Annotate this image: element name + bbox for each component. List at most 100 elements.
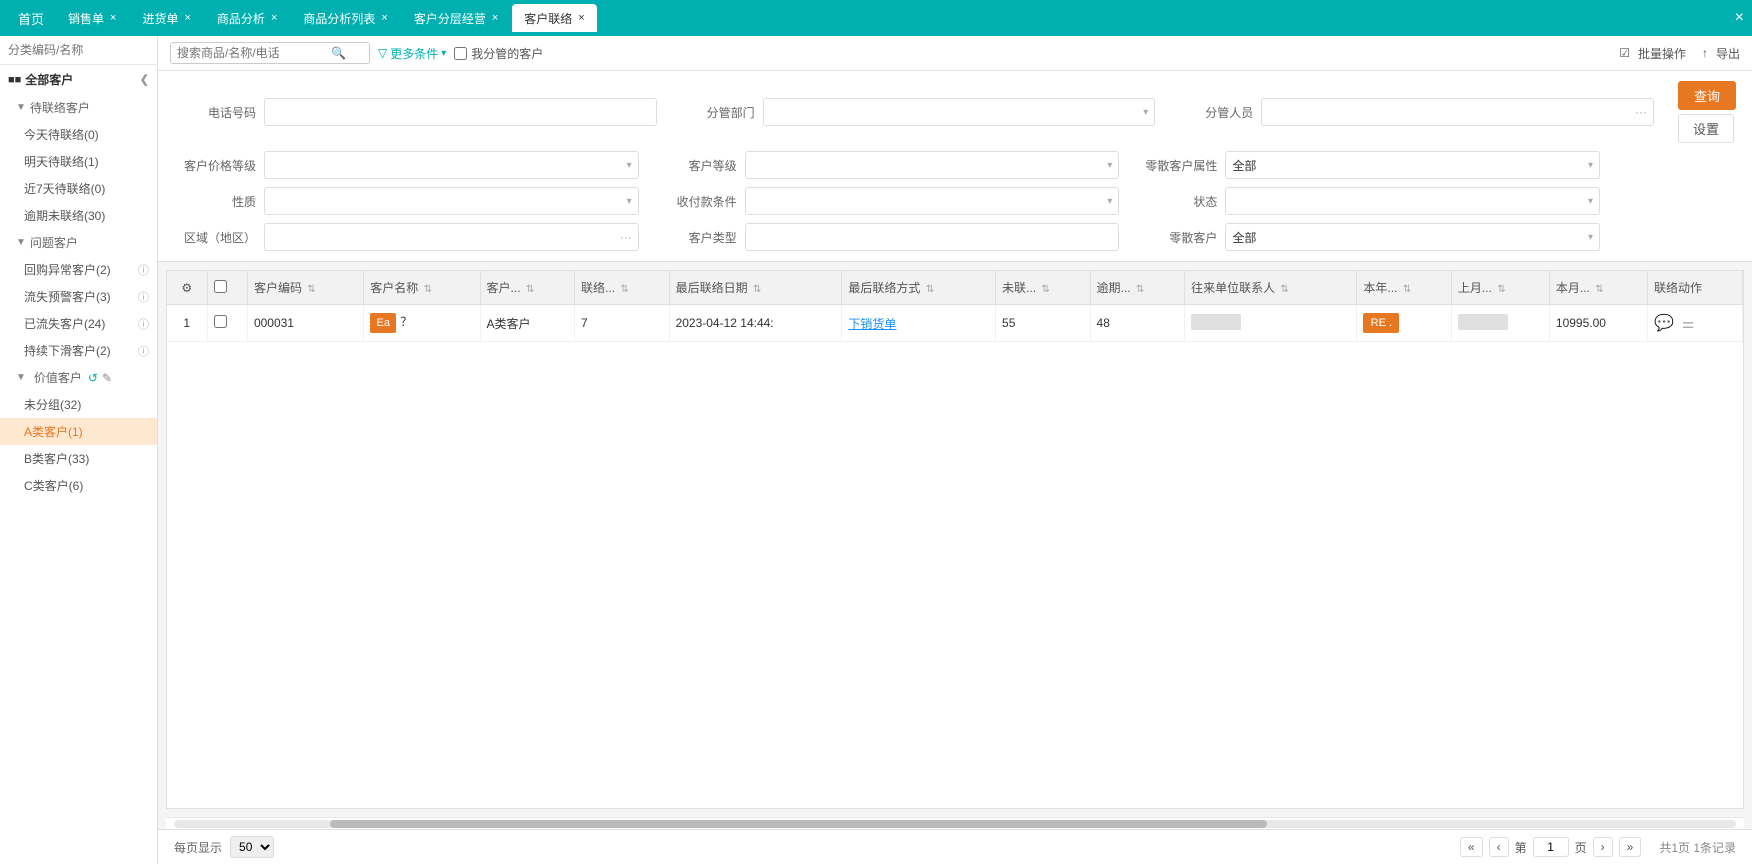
tab-purchase[interactable]: 进货单 × bbox=[130, 4, 202, 32]
filter-dept-select[interactable]: ▾ bbox=[763, 98, 1156, 126]
chat-icon[interactable]: 💬 bbox=[1654, 313, 1674, 333]
col-this-month[interactable]: 本月... ⇅ bbox=[1549, 271, 1647, 305]
filter-payment-select[interactable]: ▾ bbox=[745, 187, 1120, 215]
sidebar-item-a-class[interactable]: A类客户(1) bbox=[0, 418, 157, 445]
prev-page-btn[interactable]: ‹ bbox=[1489, 837, 1509, 857]
filter-price-level-select[interactable]: ▾ bbox=[264, 151, 639, 179]
sort-this-year-icon[interactable]: ⇅ bbox=[1403, 284, 1411, 295]
last-method-link[interactable]: 下销货单 bbox=[848, 317, 896, 331]
sort-code-icon[interactable]: ⇅ bbox=[307, 284, 315, 295]
tab-analysis-close[interactable]: × bbox=[271, 12, 277, 24]
sidebar-item-churn-warning[interactable]: 流失预警客户(3) ⓘ bbox=[0, 283, 157, 310]
row-checkbox[interactable] bbox=[214, 315, 227, 328]
filter-region-input[interactable]: ··· bbox=[264, 223, 639, 251]
filter-retail-attr-select[interactable]: 全部 ▾ bbox=[1225, 151, 1600, 179]
settings-icon[interactable]: ⚙ bbox=[181, 281, 192, 295]
grid-action-icon[interactable]: ⚌ bbox=[1682, 315, 1695, 332]
sidebar-item-tomorrow[interactable]: 明天待联络(1) bbox=[0, 148, 157, 175]
select-all-checkbox[interactable] bbox=[214, 280, 227, 293]
filter-retail-customer-select[interactable]: 全部 ▾ bbox=[1225, 223, 1600, 251]
export-label[interactable]: 导出 bbox=[1716, 45, 1740, 62]
horizontal-scrollbar[interactable] bbox=[174, 820, 1736, 828]
sidebar-group-pending[interactable]: ▼ 待联络客户 bbox=[0, 94, 157, 121]
tab-analysis[interactable]: 商品分析 × bbox=[205, 4, 289, 32]
sort-last-month-icon[interactable]: ⇅ bbox=[1497, 284, 1505, 295]
scrollbar-thumb[interactable] bbox=[330, 820, 1267, 828]
sidebar-search-box[interactable]: 🔍 bbox=[0, 36, 157, 65]
sidebar-item-today[interactable]: 今天待联络(0) bbox=[0, 121, 157, 148]
col-level[interactable]: 客户... ⇅ bbox=[480, 271, 575, 305]
filter-nature-select[interactable]: ▾ bbox=[264, 187, 639, 215]
row-checkbox-cell[interactable] bbox=[207, 305, 247, 342]
sidebar-item-7days[interactable]: 近7天待联络(0) bbox=[0, 175, 157, 202]
first-page-btn[interactable]: « bbox=[1460, 837, 1483, 857]
col-code[interactable]: 客户编码 ⇅ bbox=[247, 271, 363, 305]
sidebar-item-declining[interactable]: 持续下滑客户(2) ⓘ bbox=[0, 337, 157, 364]
collapse-icon[interactable]: ❮ bbox=[140, 73, 149, 86]
filter-manager-input[interactable]: ··· bbox=[1261, 98, 1654, 126]
sidebar-item-c-class[interactable]: C类客户(6) bbox=[0, 472, 157, 499]
query-button[interactable]: 查询 bbox=[1678, 81, 1736, 110]
col-name[interactable]: 客户名称 ⇅ bbox=[364, 271, 480, 305]
tab-sales-close[interactable]: × bbox=[110, 12, 116, 24]
sidebar-item-ungrouped[interactable]: 未分组(32) bbox=[0, 391, 157, 418]
edit-icon[interactable]: ✎ bbox=[102, 371, 112, 385]
filter-status-select[interactable]: ▾ bbox=[1225, 187, 1600, 215]
close-all-icon[interactable]: × bbox=[1735, 9, 1744, 27]
filter-customer-type-input[interactable] bbox=[745, 223, 1120, 251]
filter-more-btn[interactable]: ▽ 更多条件 ▾ bbox=[378, 45, 446, 62]
tab-customer-contact-close[interactable]: × bbox=[578, 12, 584, 24]
col-contact-count[interactable]: 联络... ⇅ bbox=[575, 271, 670, 305]
row-last-method[interactable]: 下销货单 bbox=[842, 305, 996, 342]
tab-analysis-list[interactable]: 商品分析列表 × bbox=[291, 4, 399, 32]
search-input[interactable] bbox=[177, 46, 327, 60]
col-last-month[interactable]: 上月... ⇅ bbox=[1451, 271, 1549, 305]
tab-customer-segment[interactable]: 客户分层经营 × bbox=[402, 4, 510, 32]
sidebar-item-overdue[interactable]: 逾期未联络(30) bbox=[0, 202, 157, 229]
my-customers-check[interactable]: 我分管的客户 bbox=[454, 45, 543, 62]
sort-contacts-icon[interactable]: ⇅ bbox=[1280, 284, 1288, 295]
last-page-btn[interactable]: » bbox=[1619, 837, 1642, 857]
sidebar-search-input[interactable] bbox=[8, 43, 158, 57]
col-checkbox[interactable] bbox=[207, 271, 247, 305]
filter-customer-level-select[interactable]: ▾ bbox=[745, 151, 1120, 179]
refresh-icon[interactable]: ↺ bbox=[88, 371, 98, 385]
col-contacts[interactable]: 往来单位联系人 ⇅ bbox=[1185, 271, 1357, 305]
sort-not-contact-icon[interactable]: ⇅ bbox=[1041, 284, 1049, 295]
batch-op-label[interactable]: 批量操作 bbox=[1638, 45, 1686, 62]
sidebar-item-abnormal[interactable]: 回购异常客户(2) ⓘ bbox=[0, 256, 157, 283]
sort-level-icon[interactable]: ⇅ bbox=[526, 284, 534, 295]
sort-this-month-icon[interactable]: ⇅ bbox=[1595, 284, 1603, 295]
next-page-btn[interactable]: › bbox=[1593, 837, 1613, 857]
search-icon[interactable]: 🔍 bbox=[331, 46, 346, 60]
tab-purchase-close[interactable]: × bbox=[184, 12, 190, 24]
col-last-method[interactable]: 最后联络方式 ⇅ bbox=[842, 271, 996, 305]
col-settings[interactable]: ⚙ bbox=[167, 271, 207, 305]
tab-sales[interactable]: 销售单 × bbox=[56, 4, 128, 32]
col-overdue[interactable]: 逾期... ⇅ bbox=[1090, 271, 1185, 305]
sort-method-icon[interactable]: ⇅ bbox=[926, 284, 934, 295]
scrollbar-area[interactable] bbox=[166, 817, 1744, 829]
filter-phone-input[interactable] bbox=[264, 98, 657, 126]
sort-contact-icon[interactable]: ⇅ bbox=[620, 284, 628, 295]
tab-customer-contact[interactable]: 客户联络 × bbox=[512, 4, 596, 32]
my-customers-checkbox[interactable] bbox=[454, 47, 467, 60]
sort-name-icon[interactable]: ⇅ bbox=[424, 284, 432, 295]
nav-home[interactable]: 首页 bbox=[8, 9, 54, 28]
sidebar-group-problem[interactable]: ▼ 问题客户 bbox=[0, 229, 157, 256]
tab-analysis-list-close[interactable]: × bbox=[381, 12, 387, 24]
sidebar-item-churned[interactable]: 已流失客户(24) ⓘ bbox=[0, 310, 157, 337]
page-size-select[interactable]: 50 bbox=[230, 836, 274, 858]
col-not-contact[interactable]: 未联... ⇅ bbox=[996, 271, 1091, 305]
sidebar-group-value[interactable]: ▼ 价值客户 ↺ ✎ bbox=[0, 364, 157, 391]
sort-overdue-icon[interactable]: ⇅ bbox=[1136, 284, 1144, 295]
sidebar-item-b-class[interactable]: B类客户(33) bbox=[0, 445, 157, 472]
page-input[interactable] bbox=[1533, 837, 1569, 857]
setting-button[interactable]: 设置 bbox=[1678, 114, 1734, 143]
col-last-date[interactable]: 最后联络日期 ⇅ bbox=[669, 271, 842, 305]
sort-date-icon[interactable]: ⇅ bbox=[753, 284, 761, 295]
search-box[interactable]: 🔍 bbox=[170, 42, 370, 64]
col-this-year[interactable]: 本年... ⇅ bbox=[1357, 271, 1452, 305]
tab-customer-segment-close[interactable]: × bbox=[492, 12, 498, 24]
sidebar-all-customers[interactable]: ■■ 全部客户 ❮ bbox=[0, 65, 157, 94]
